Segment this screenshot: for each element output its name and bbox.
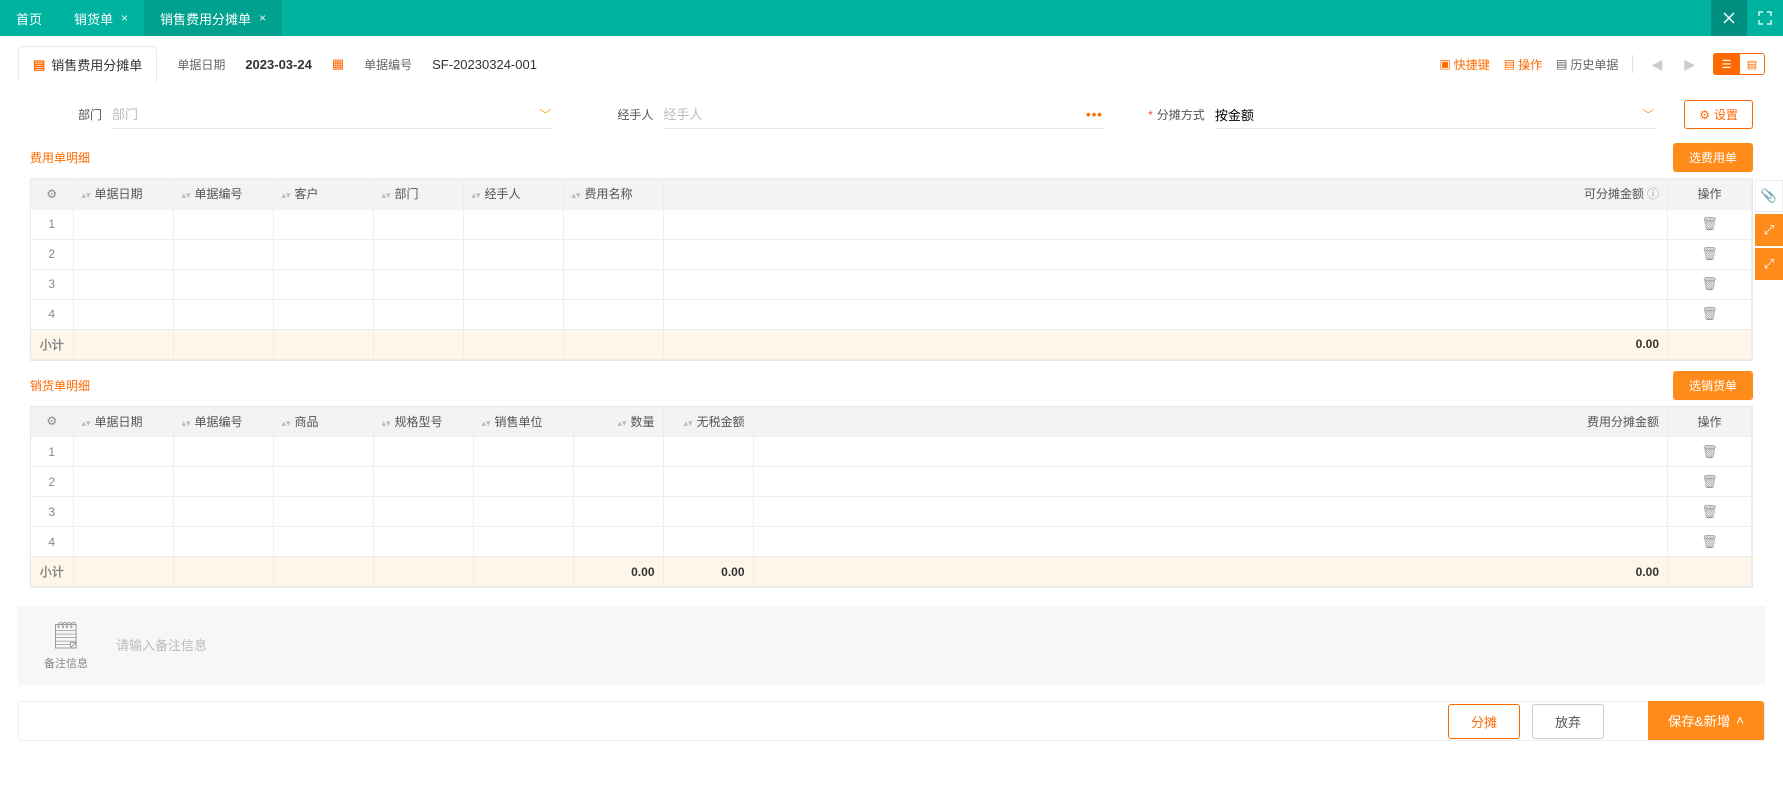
close-icon[interactable]: × (259, 11, 266, 25)
delete-icon[interactable]: 🗑 (1701, 246, 1718, 261)
document-icon: ▤ (33, 57, 45, 73)
settings-button[interactable]: ⚙设置 (1684, 100, 1753, 129)
table-row[interactable]: 3🗑 (31, 497, 1752, 527)
col-alloc-amount[interactable]: 可分摊金额ⓘ (663, 179, 1668, 209)
history-link[interactable]: ▤ 历史单据 (1556, 56, 1618, 73)
delete-icon[interactable]: 🗑 (1701, 306, 1718, 321)
document-type-tab[interactable]: ▤ 销售费用分摊单 (18, 46, 157, 82)
section-title: 销货单明细 (30, 377, 90, 394)
filter-form: 部门 ﹀ 经手人 ••• *分摊方式 ﹀ ⚙设置 (0, 82, 1783, 143)
fullscreen-button[interactable] (1747, 0, 1783, 36)
help-icon[interactable]: ⓘ (1647, 187, 1659, 201)
alloc-method-input[interactable] (1215, 101, 1656, 129)
col-unit[interactable]: ▴▾销售单位 (473, 407, 573, 437)
delete-icon[interactable]: 🗑 (1701, 276, 1718, 291)
gear-icon[interactable]: ⚙ (31, 179, 73, 209)
delete-icon[interactable]: 🗑 (1701, 444, 1718, 459)
remarks-label: 备注信息 (44, 655, 88, 671)
subtotal-row: 小计0.00 (31, 329, 1752, 359)
gear-icon[interactable]: ⚙ (31, 407, 73, 437)
col-dept[interactable]: ▴▾部门 (373, 179, 463, 209)
calendar-icon[interactable]: ▦ (332, 56, 344, 72)
handler-input[interactable] (663, 101, 1104, 129)
tab-sales-order[interactable]: 销货单× (58, 0, 144, 36)
remarks-input[interactable] (108, 630, 1747, 661)
close-icon[interactable]: × (121, 11, 128, 25)
delete-icon[interactable]: 🗑 (1701, 504, 1718, 519)
close-panel-button[interactable] (1711, 0, 1747, 36)
date-label: 单据日期 (177, 56, 225, 73)
allocate-button[interactable]: 分摊 (1448, 704, 1520, 739)
select-expense-button[interactable]: 选费用单 (1673, 143, 1753, 172)
col-amount[interactable]: ▴▾无税金额 (663, 407, 753, 437)
expense-detail-section: 费用单明细 选费用单 ⚙ ▴▾单据日期 ▴▾单据编号 ▴▾客户 ▴▾部门 ▴▾经… (0, 143, 1783, 371)
table-row[interactable]: 1🗑 (31, 209, 1752, 239)
gear-icon: ⚙ (1699, 108, 1710, 122)
alloc-method-field: *分摊方式 ﹀ (1133, 101, 1654, 129)
col-handler[interactable]: ▴▾经手人 (463, 179, 563, 209)
table-row[interactable]: 2🗑 (31, 467, 1752, 497)
shortcut-link[interactable]: ▣ 快捷键 (1439, 56, 1489, 73)
chevron-up-icon: ˄ (1736, 713, 1744, 728)
side-rail: 📎 ⤢ ⤢ (1755, 180, 1783, 282)
doc-no-label: 单据编号 (364, 56, 412, 73)
more-icon[interactable]: ••• (1086, 107, 1103, 122)
col-no[interactable]: ▴▾单据编号 (173, 407, 273, 437)
dept-input[interactable] (112, 101, 553, 129)
action-bar: 分摊 放弃 保存&新增˄ (18, 701, 1765, 741)
date-value[interactable]: 2023-03-24 (245, 57, 312, 72)
table-row[interactable]: 1🗑 (31, 437, 1752, 467)
subtotal-row: 小计0.000.000.00 (31, 557, 1752, 587)
chevron-down-icon[interactable]: ﹀ (539, 106, 551, 123)
top-tab-bar: 首页 销货单× 销售费用分摊单× (0, 0, 1783, 36)
section-title: 费用单明细 (30, 149, 90, 166)
col-date[interactable]: ▴▾单据日期 (73, 407, 173, 437)
chevron-down-icon[interactable]: ﹀ (1642, 106, 1654, 123)
operate-link[interactable]: ▤ 操作 (1504, 56, 1542, 73)
discard-button[interactable]: 放弃 (1532, 704, 1604, 739)
col-fee-name[interactable]: ▴▾费用名称 (563, 179, 663, 209)
col-alloc-amount[interactable]: 费用分摊金额 (753, 407, 1668, 437)
delete-icon[interactable]: 🗑 (1701, 534, 1718, 549)
delete-icon[interactable]: 🗑 (1701, 474, 1718, 489)
expand-icon[interactable]: ⤢ (1755, 214, 1783, 246)
remarks-panel: 🗒 备注信息 (18, 606, 1765, 685)
dept-field: 部门 ﹀ (30, 101, 551, 129)
next-doc-icon[interactable]: ▶ (1680, 56, 1699, 73)
view-toggle: ☰ ▤ (1713, 53, 1765, 75)
prev-doc-icon[interactable]: ◀ (1647, 56, 1666, 73)
col-date[interactable]: ▴▾单据日期 (73, 179, 173, 209)
col-qty[interactable]: ▴▾数量 (573, 407, 663, 437)
attachment-icon[interactable]: 📎 (1755, 180, 1783, 212)
tab-sales-expense-allocation[interactable]: 销售费用分摊单× (144, 0, 282, 36)
delete-icon[interactable]: 🗑 (1701, 216, 1718, 231)
col-product[interactable]: ▴▾商品 (273, 407, 373, 437)
doc-no-value: SF-20230324-001 (432, 57, 537, 72)
view-grid-button[interactable]: ▤ (1739, 53, 1765, 75)
col-customer[interactable]: ▴▾客户 (273, 179, 373, 209)
notes-icon: 🗒 (49, 620, 82, 651)
tab-home[interactable]: 首页 (0, 0, 58, 36)
expense-table: ⚙ ▴▾单据日期 ▴▾单据编号 ▴▾客户 ▴▾部门 ▴▾经手人 ▴▾费用名称 可… (30, 178, 1753, 361)
col-operation: 操作 (1668, 407, 1752, 437)
select-sales-button[interactable]: 选销货单 (1673, 371, 1753, 400)
sales-detail-section: 销货单明细 选销货单 ⚙ ▴▾单据日期 ▴▾单据编号 ▴▾商品 ▴▾规格型号 ▴… (0, 371, 1783, 599)
table-row[interactable]: 4🗑 (31, 527, 1752, 557)
handler-field: 经手人 ••• (581, 101, 1102, 129)
document-header: ▤ 销售费用分摊单 单据日期 2023-03-24 ▦ 单据编号 SF-2023… (0, 36, 1783, 82)
col-spec[interactable]: ▴▾规格型号 (373, 407, 473, 437)
table-row[interactable]: 2🗑 (31, 239, 1752, 269)
col-no[interactable]: ▴▾单据编号 (173, 179, 273, 209)
col-operation: 操作 (1668, 179, 1752, 209)
save-and-new-button[interactable]: 保存&新增˄ (1648, 701, 1764, 740)
sales-table: ⚙ ▴▾单据日期 ▴▾单据编号 ▴▾商品 ▴▾规格型号 ▴▾销售单位 ▴▾数量 … (30, 406, 1753, 589)
view-list-button[interactable]: ☰ (1713, 53, 1739, 75)
table-row[interactable]: 4🗑 (31, 299, 1752, 329)
expand-alt-icon[interactable]: ⤢ (1755, 248, 1783, 280)
table-row[interactable]: 3🗑 (31, 269, 1752, 299)
